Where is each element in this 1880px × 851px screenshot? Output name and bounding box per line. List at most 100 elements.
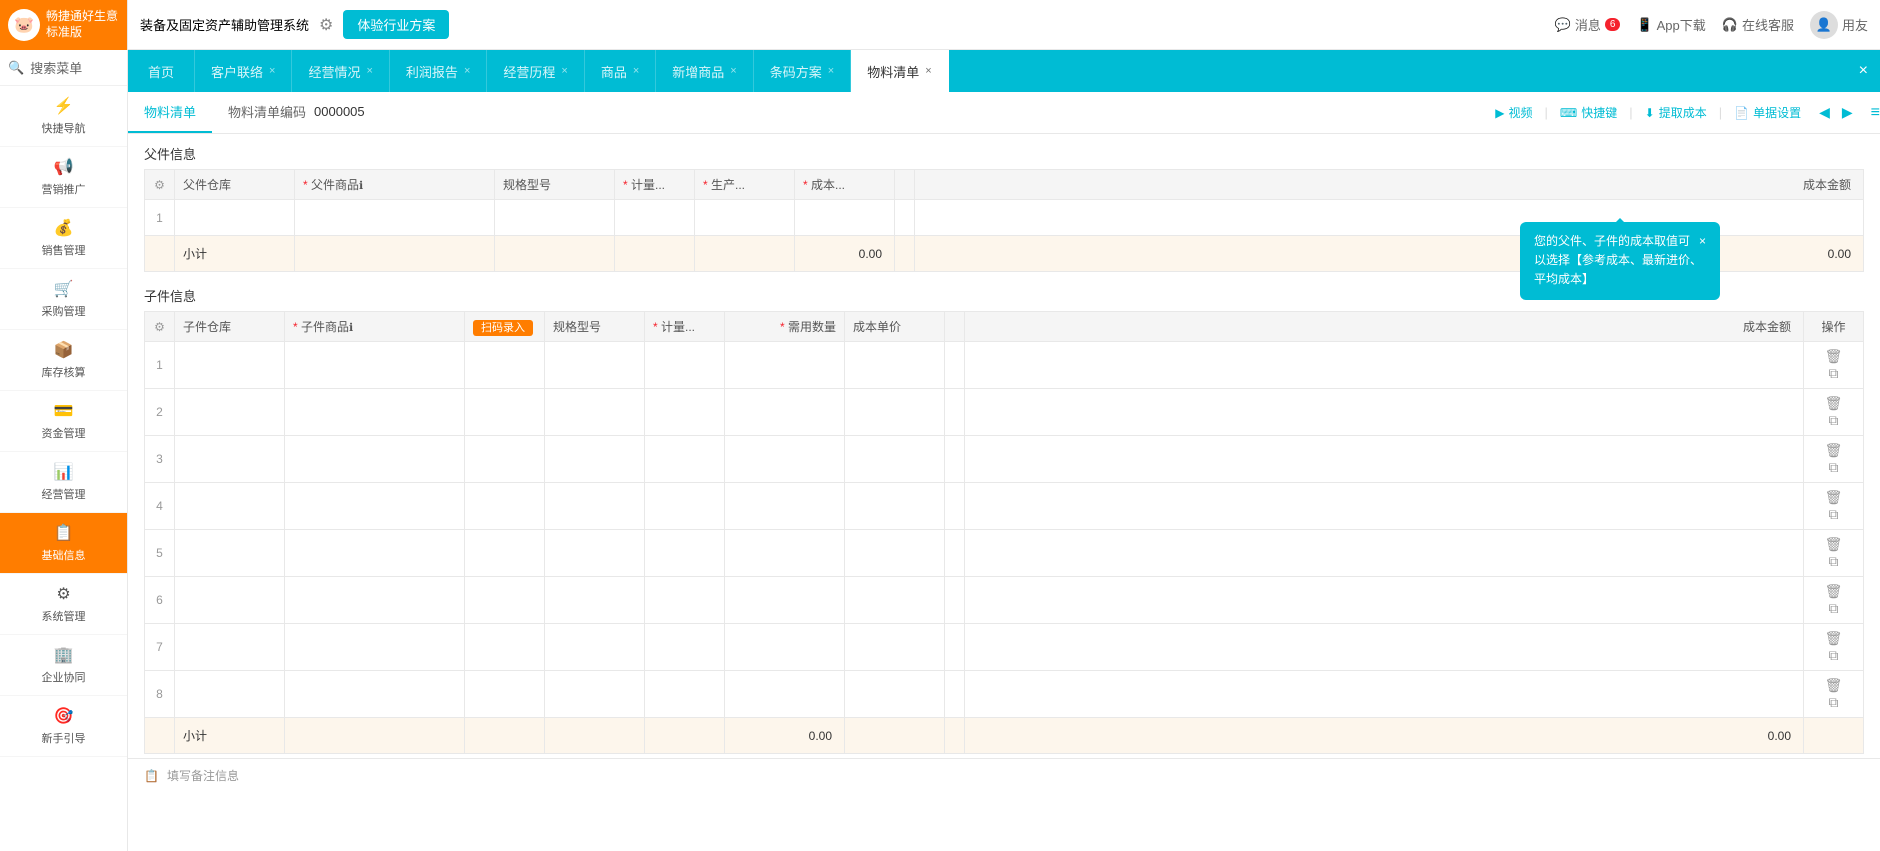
sidebar-item-system[interactable]: ⚙ 系统管理 — [0, 574, 127, 635]
child-quantity-2[interactable] — [725, 389, 845, 436]
shortcut-btn[interactable]: ⌨ 快捷键 — [1560, 104, 1617, 121]
tab-barcode-close[interactable]: × — [828, 65, 834, 77]
tab-barcode[interactable]: 条码方案 × — [754, 50, 851, 92]
child-warehouse-6[interactable] — [175, 577, 285, 624]
child-spec-1[interactable] — [545, 342, 645, 389]
child-quantity-8[interactable] — [725, 671, 845, 718]
copy-btn-2[interactable]: ⧉ — [1826, 412, 1842, 428]
child-unit-cost-8[interactable] — [845, 671, 945, 718]
sidebar-item-basics[interactable]: 📋 基础信息 — [0, 513, 127, 574]
sidebar-item-guide[interactable]: 🎯 新手引导 — [0, 696, 127, 757]
child-spec-5[interactable] — [545, 530, 645, 577]
child-quantity-5[interactable] — [725, 530, 845, 577]
child-quantity-1[interactable] — [725, 342, 845, 389]
child-product-2[interactable] — [285, 389, 465, 436]
copy-btn-8[interactable]: ⧉ — [1826, 694, 1842, 710]
child-unit-cost-6[interactable] — [845, 577, 945, 624]
single-settings-btn[interactable]: 📄 单据设置 — [1734, 104, 1801, 121]
parent-product-info-icon[interactable]: ℹ — [359, 180, 363, 192]
view-btn[interactable]: ▶ 视频 — [1495, 104, 1532, 121]
child-unit-cost-5[interactable] — [845, 530, 945, 577]
tab-operations[interactable]: 经营情况 × — [292, 50, 389, 92]
tab-profit-close[interactable]: × — [464, 65, 470, 77]
child-unit-cost-7[interactable] — [845, 624, 945, 671]
tab-new-products[interactable]: 新增商品 × — [656, 50, 753, 92]
tab-profit[interactable]: 利润报告 × — [390, 50, 487, 92]
user-menu[interactable]: 👤 用友 — [1810, 11, 1868, 39]
copy-btn-7[interactable]: ⧉ — [1826, 647, 1842, 663]
child-warehouse-3[interactable] — [175, 436, 285, 483]
tab-bom[interactable]: 物料清单 × — [851, 50, 948, 92]
delete-btn-5[interactable]: 🗑 — [1822, 536, 1846, 552]
scan-btn[interactable]: 扫码录入 — [473, 320, 533, 336]
child-unit-8[interactable] — [645, 671, 725, 718]
delete-btn-6[interactable]: 🗑 — [1822, 583, 1846, 599]
child-spec-3[interactable] — [545, 436, 645, 483]
copy-btn-1[interactable]: ⧉ — [1826, 365, 1842, 381]
child-warehouse-7[interactable] — [175, 624, 285, 671]
child-unit-6[interactable] — [645, 577, 725, 624]
tooltip-close-btn[interactable]: × — [1699, 232, 1706, 251]
tab-history[interactable]: 经营历程 × — [487, 50, 584, 92]
sidebar-logo[interactable]: 🐷 畅捷通好生意 标准版 — [0, 0, 127, 50]
child-product-7[interactable] — [285, 624, 465, 671]
child-quantity-4[interactable] — [725, 483, 845, 530]
child-warehouse-4[interactable] — [175, 483, 285, 530]
child-unit-4[interactable] — [645, 483, 725, 530]
tab-customers-close[interactable]: × — [269, 65, 275, 77]
parent-cost-1[interactable] — [795, 200, 895, 236]
copy-btn-5[interactable]: ⧉ — [1826, 553, 1842, 569]
app-download-btn[interactable]: 📱 App下载 — [1636, 15, 1705, 34]
sidebar-item-finance[interactable]: 💳 资金管理 — [0, 391, 127, 452]
delete-btn-4[interactable]: 🗑 — [1822, 489, 1846, 505]
child-warehouse-5[interactable] — [175, 530, 285, 577]
settings-icon[interactable]: ⚙ — [319, 15, 333, 35]
child-unit-7[interactable] — [645, 624, 725, 671]
tab-new-products-close[interactable]: × — [730, 65, 736, 77]
sidebar-search[interactable]: 🔍 搜索菜单 — [0, 50, 127, 86]
grid-view-icon[interactable]: ≡ — [1871, 104, 1880, 122]
prev-arrow[interactable]: ◀ — [1813, 104, 1836, 121]
tab-home[interactable]: 首页 — [128, 50, 195, 92]
tab-operations-close[interactable]: × — [366, 65, 372, 77]
parent-warehouse-1[interactable] — [175, 200, 295, 236]
child-warehouse-2[interactable] — [175, 389, 285, 436]
sidebar-item-marketing[interactable]: 📢 营销推广 — [0, 147, 127, 208]
child-unit-5[interactable] — [645, 530, 725, 577]
child-unit-3[interactable] — [645, 436, 725, 483]
nav-close-all[interactable]: × — [1847, 62, 1880, 80]
delete-btn-3[interactable]: 🗑 — [1822, 442, 1846, 458]
delete-btn-7[interactable]: 🗑 — [1822, 630, 1846, 646]
trial-button[interactable]: 体验行业方案 — [343, 10, 449, 39]
copy-btn-6[interactable]: ⧉ — [1826, 600, 1842, 616]
tab-history-close[interactable]: × — [561, 65, 567, 77]
message-btn[interactable]: 💬 消息 6 — [1555, 15, 1621, 34]
child-product-1[interactable] — [285, 342, 465, 389]
parent-production-1[interactable] — [695, 200, 795, 236]
child-product-3[interactable] — [285, 436, 465, 483]
sidebar-item-operations[interactable]: 📊 经营管理 — [0, 452, 127, 513]
subtab-bom-list[interactable]: 物料清单 — [128, 92, 212, 133]
sidebar-item-sales[interactable]: 💰 销售管理 — [0, 208, 127, 269]
delete-btn-8[interactable]: 🗑 — [1822, 677, 1846, 693]
tab-customers[interactable]: 客户联络 × — [195, 50, 292, 92]
parent-product-1[interactable] — [295, 200, 495, 236]
child-warehouse-8[interactable] — [175, 671, 285, 718]
extract-cost-btn[interactable]: ⬇ 提取成本 — [1645, 104, 1707, 121]
parent-unit-1[interactable] — [615, 200, 695, 236]
delete-btn-2[interactable]: 🗑 — [1822, 395, 1846, 411]
child-quantity-7[interactable] — [725, 624, 845, 671]
child-quantity-6[interactable] — [725, 577, 845, 624]
copy-btn-4[interactable]: ⧉ — [1826, 506, 1842, 522]
next-arrow[interactable]: ▶ — [1836, 104, 1859, 121]
bottom-bar-text[interactable]: 填写备注信息 — [167, 767, 239, 784]
child-spec-4[interactable] — [545, 483, 645, 530]
child-spec-2[interactable] — [545, 389, 645, 436]
tab-bom-close[interactable]: × — [925, 65, 931, 77]
copy-btn-3[interactable]: ⧉ — [1826, 459, 1842, 475]
tab-products[interactable]: 商品 × — [585, 50, 656, 92]
child-quantity-3[interactable] — [725, 436, 845, 483]
child-unit-cost-4[interactable] — [845, 483, 945, 530]
parent-spec-1[interactable] — [495, 200, 615, 236]
online-service-btn[interactable]: 🎧 在线客服 — [1722, 15, 1794, 34]
